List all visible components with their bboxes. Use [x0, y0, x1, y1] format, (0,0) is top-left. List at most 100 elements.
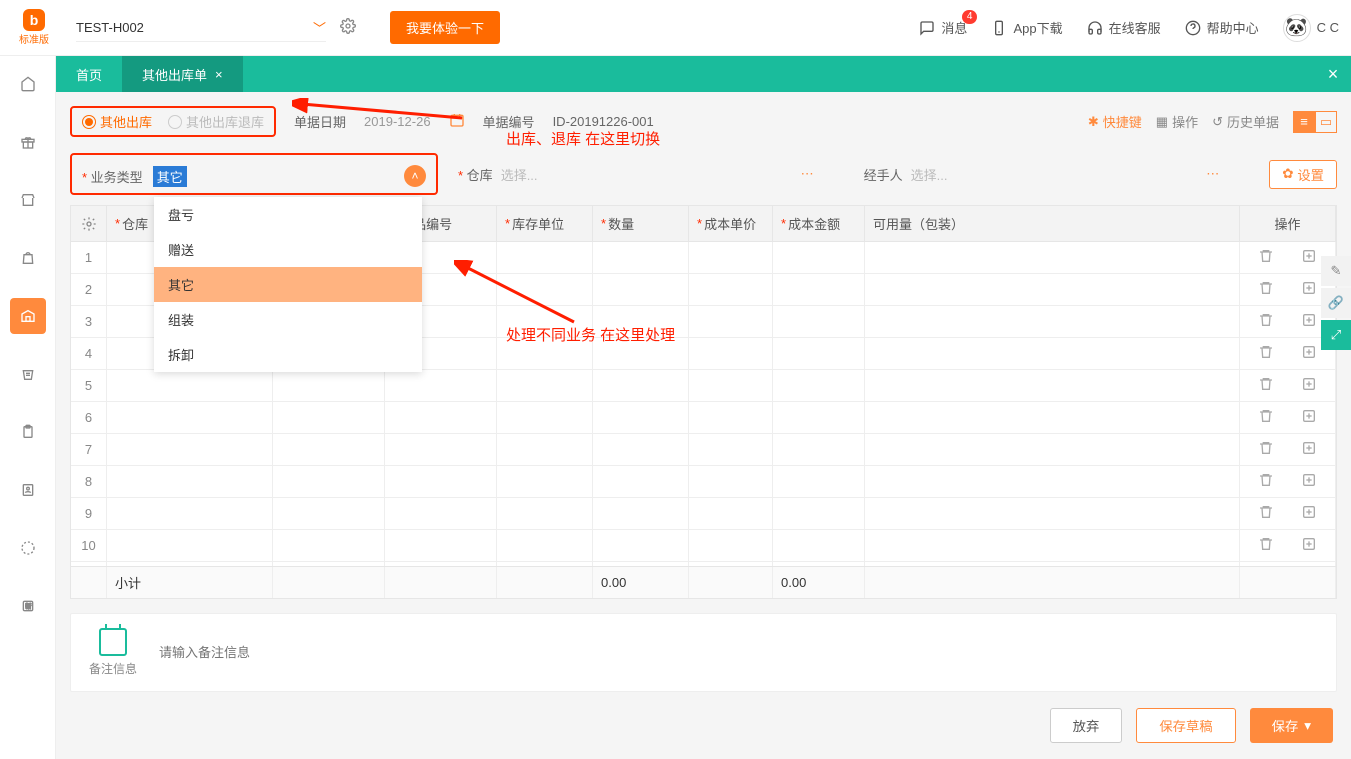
- help-link[interactable]: 帮助中心: [1185, 18, 1259, 37]
- row-index: 4: [71, 338, 107, 369]
- date-value[interactable]: 2019-12-26: [364, 114, 431, 129]
- row-index: 9: [71, 498, 107, 529]
- branch-select[interactable]: TEST-H002 ﹀: [76, 14, 326, 42]
- sidebar-finance[interactable]: [10, 356, 46, 392]
- sidebar-new[interactable]: 新: [10, 588, 46, 624]
- sidebar-sync[interactable]: [10, 530, 46, 566]
- headset-icon: [1087, 20, 1103, 36]
- table-row[interactable]: 9: [71, 498, 1336, 530]
- table-row[interactable]: 8: [71, 466, 1336, 498]
- subtotal-label: 小计: [107, 567, 273, 598]
- close-icon[interactable]: ×: [215, 67, 223, 82]
- add-icon[interactable]: [1301, 248, 1317, 267]
- view-list-icon[interactable]: ≡: [1293, 111, 1315, 133]
- delete-icon[interactable]: [1258, 280, 1274, 299]
- sidebar-gift[interactable]: [10, 124, 46, 160]
- notepad-icon: [99, 628, 127, 656]
- save-draft-button[interactable]: 保存草稿: [1136, 708, 1235, 743]
- warehouse-field[interactable]: 仓库 选择... ⋯: [458, 165, 844, 184]
- th-gear[interactable]: [71, 206, 107, 241]
- table-row[interactable]: 6: [71, 402, 1336, 434]
- delete-icon[interactable]: [1258, 408, 1274, 427]
- warehouse-label: 仓库: [458, 165, 493, 184]
- more-icon[interactable]: ⋯: [801, 166, 844, 182]
- shortcut-button[interactable]: ✱快捷键: [1088, 112, 1142, 131]
- add-icon[interactable]: [1301, 376, 1317, 395]
- support-label: 在线客服: [1109, 18, 1161, 37]
- subtotal-qty: 0.00: [593, 567, 689, 598]
- calendar-icon[interactable]: [449, 112, 465, 131]
- view-grid-icon[interactable]: ▭: [1315, 111, 1337, 133]
- delete-icon[interactable]: [1258, 440, 1274, 459]
- chevron-up-icon[interactable]: ˄: [404, 165, 426, 187]
- settings-button[interactable]: ✿ 设置: [1269, 160, 1337, 189]
- tab-current[interactable]: 其他出库单 ×: [122, 56, 243, 92]
- sidebar-warehouse[interactable]: [10, 298, 46, 334]
- dropdown-option[interactable]: 组装: [154, 302, 422, 337]
- bolt-icon: ✱: [1088, 114, 1099, 130]
- sidebar-clipboard[interactable]: [10, 414, 46, 450]
- delete-icon[interactable]: [1258, 248, 1274, 267]
- tab-strip: 首页 其他出库单 × ×: [56, 56, 1351, 92]
- delete-icon[interactable]: [1258, 536, 1274, 555]
- logo-icon: b: [23, 9, 45, 31]
- app-download-link[interactable]: App下载: [991, 18, 1062, 37]
- add-icon[interactable]: [1301, 408, 1317, 427]
- chevron-down-icon: ▾: [1304, 718, 1311, 734]
- th-amount: *成本金额: [773, 206, 865, 241]
- form-row-2: 业务类型 其它 ˄ 盘亏 赠送 其它 组装 拆卸 仓库 选择... ⋯ 经手人 …: [70, 147, 1337, 205]
- delete-icon[interactable]: [1258, 344, 1274, 363]
- try-button[interactable]: 我要体验一下: [390, 11, 500, 44]
- add-icon[interactable]: [1301, 344, 1317, 363]
- dropdown-option[interactable]: 拆卸: [154, 337, 422, 372]
- dropdown-option[interactable]: 其它: [154, 267, 422, 302]
- remark-input[interactable]: [159, 645, 1318, 660]
- history-button[interactable]: ↺历史单据: [1212, 112, 1279, 131]
- abandon-button[interactable]: 放弃: [1050, 708, 1123, 743]
- float-notes-icon[interactable]: ✎: [1321, 256, 1351, 286]
- table-footer: 小计 0.00 0.00: [71, 566, 1336, 598]
- gear-icon[interactable]: [340, 18, 356, 37]
- table-row[interactable]: 5: [71, 370, 1336, 402]
- delete-icon[interactable]: [1258, 312, 1274, 331]
- sidebar-bag[interactable]: [10, 240, 46, 276]
- float-link-icon[interactable]: 🔗: [1321, 288, 1351, 318]
- form-row-1: 其他出库 其他出库退库 单据日期 2019-12-26 单据编号 ID-2019…: [70, 102, 1337, 147]
- add-icon[interactable]: [1301, 440, 1317, 459]
- delete-icon[interactable]: [1258, 376, 1274, 395]
- add-icon[interactable]: [1301, 280, 1317, 299]
- add-icon[interactable]: [1301, 472, 1317, 491]
- sidebar-contacts[interactable]: [10, 472, 46, 508]
- tab-home[interactable]: 首页: [56, 56, 122, 92]
- table-row[interactable]: 10: [71, 530, 1336, 562]
- float-expand-icon[interactable]: ⤢: [1321, 320, 1351, 350]
- more-icon[interactable]: ⋯: [1206, 166, 1249, 182]
- radio-return[interactable]: 其他出库退库: [168, 112, 264, 131]
- table-row[interactable]: 7: [71, 434, 1336, 466]
- user-menu[interactable]: 🐼 C C: [1283, 14, 1339, 42]
- add-icon[interactable]: [1301, 504, 1317, 523]
- handler-label: 经手人: [864, 165, 903, 184]
- th-available: 可用量（包装）: [865, 206, 1240, 241]
- messages-link[interactable]: 消息 4: [919, 18, 967, 37]
- business-type-value[interactable]: 其它: [153, 166, 187, 187]
- action-button[interactable]: ▦操作: [1156, 112, 1198, 131]
- add-icon[interactable]: [1301, 536, 1317, 555]
- dropdown-option[interactable]: 赠送: [154, 232, 422, 267]
- dropdown-option[interactable]: 盘亏: [154, 197, 422, 232]
- support-link[interactable]: 在线客服: [1087, 18, 1161, 37]
- handler-field[interactable]: 经手人 选择... ⋯: [864, 165, 1250, 184]
- view-toggle: ≡ ▭: [1293, 111, 1337, 133]
- row-index: 3: [71, 306, 107, 337]
- user-name: C C: [1317, 20, 1339, 35]
- sidebar-home[interactable]: [10, 66, 46, 102]
- save-button[interactable]: 保存 ▾: [1250, 708, 1333, 743]
- delete-icon[interactable]: [1258, 472, 1274, 491]
- delete-icon[interactable]: [1258, 504, 1274, 523]
- tabstrip-close[interactable]: ×: [1315, 64, 1351, 85]
- radio-outbound[interactable]: 其他出库: [82, 112, 152, 131]
- phone-icon: [991, 20, 1007, 36]
- add-icon[interactable]: [1301, 312, 1317, 331]
- sidebar-store[interactable]: [10, 182, 46, 218]
- th-operation: 操作: [1240, 206, 1336, 241]
